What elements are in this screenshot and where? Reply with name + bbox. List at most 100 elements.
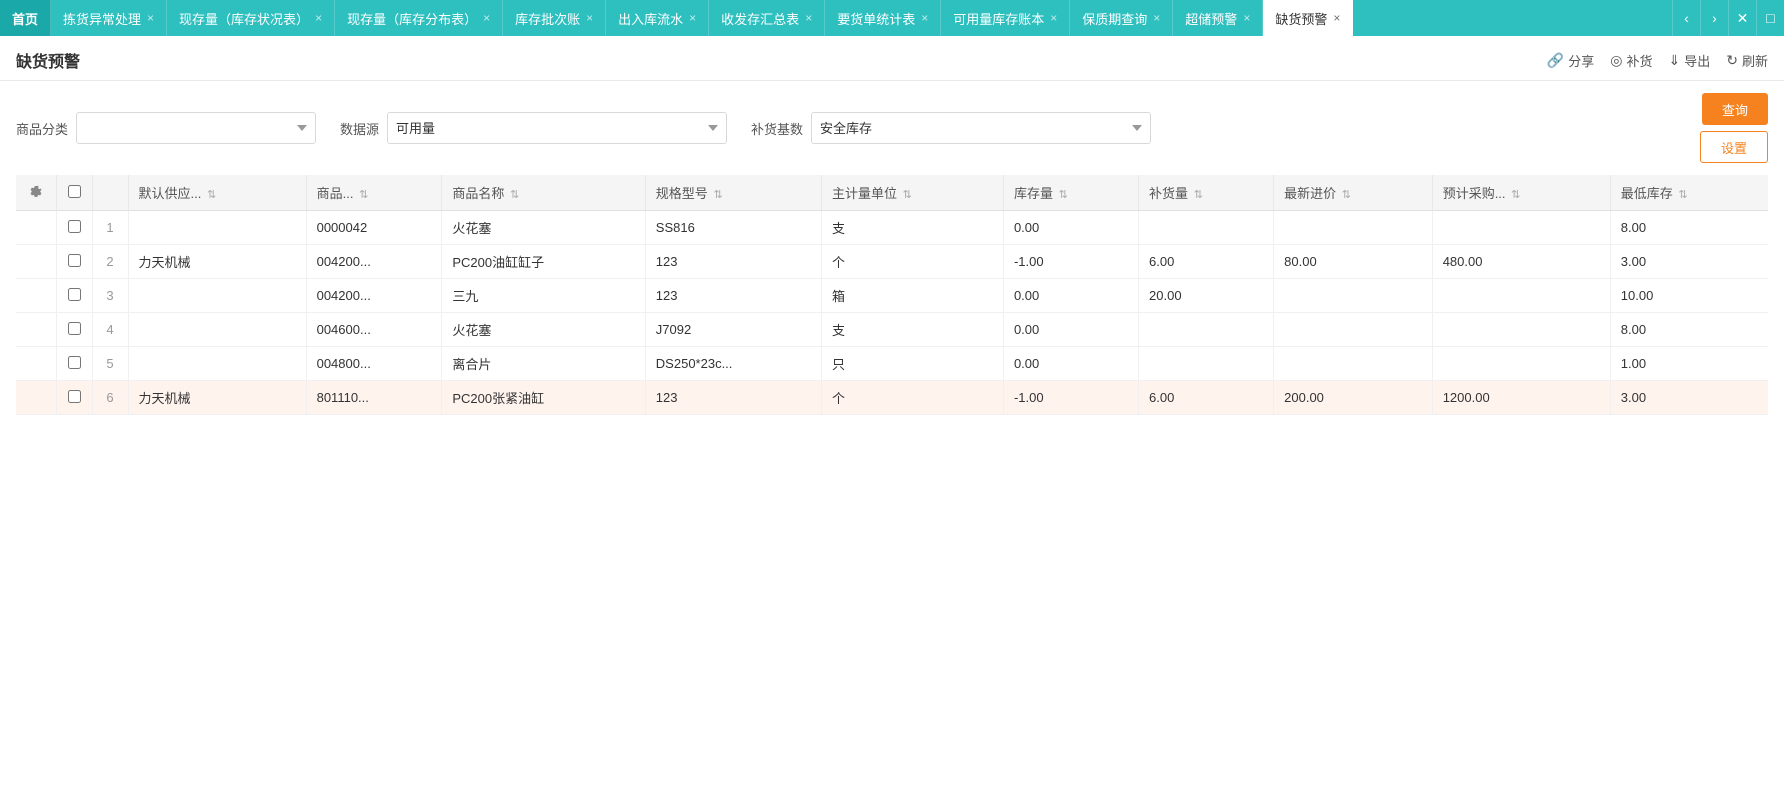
select-all-checkbox[interactable] [68,185,81,198]
row-checkbox-5[interactable] [68,390,81,403]
refresh-button[interactable]: ↻ 刷新 [1726,51,1768,70]
table-row: 4004600...火花塞J7092支0.008.00 [16,313,1768,347]
table-container: 默认供应... ⇅ 商品... ⇅ 商品名称 ⇅ 规格型号 ⇅ [0,175,1784,415]
category-filter-group: 商品分类 [16,112,316,144]
datasource-select[interactable]: 可用量 库存量 [387,112,727,144]
row-min-stock: 3.00 [1610,381,1768,415]
query-button[interactable]: 查询 [1702,93,1768,125]
row-stock-qty: -1.00 [1003,381,1138,415]
row-checkbox-cell[interactable] [56,313,92,347]
tab-close-expiry[interactable]: × [1153,11,1160,25]
tab-close-inv-status[interactable]: × [315,11,322,25]
col-gear-header[interactable] [16,175,56,211]
row-stock-qty: 0.00 [1003,347,1138,381]
row-product-code: 004200... [306,279,442,313]
row-default-supplier: 力天机械 [128,381,306,415]
col-product-code-header[interactable]: 商品... ⇅ [306,175,442,211]
row-checkbox-cell[interactable] [56,245,92,279]
tab-overstock-warning[interactable]: 超储预警 × [1173,0,1263,36]
row-unit: 只 [821,347,1003,381]
replenish-base-filter-group: 补货基数 安全库存 最低库存 [751,112,1151,144]
col-product-name-header[interactable]: 商品名称 ⇅ [442,175,645,211]
col-latest-price-header[interactable]: 最新进价 ⇅ [1274,175,1433,211]
datasource-label: 数据源 [340,119,379,138]
page-header: 缺货预警 🔗 分享 ◎ 补货 ⇓ 导出 ↻ 刷新 [0,36,1784,81]
col-unit-header[interactable]: 主计量单位 ⇅ [821,175,1003,211]
setting-button[interactable]: 设置 [1700,131,1768,163]
tab-close-order[interactable]: × [921,11,928,25]
tab-scroll-left[interactable]: ‹ [1672,0,1700,36]
row-gear-cell [16,381,56,415]
row-replenish-qty [1139,211,1274,245]
row-checkbox-cell[interactable] [56,279,92,313]
tab-defect-processing[interactable]: 拣货异常处理 × [51,0,167,36]
row-latest-price [1274,279,1433,313]
tab-nav-buttons: ‹ › ✕ □ [1672,0,1784,36]
row-unit: 个 [821,245,1003,279]
row-latest-price: 80.00 [1274,245,1433,279]
row-latest-price [1274,313,1433,347]
row-product-code: 004800... [306,347,442,381]
col-replenish-header[interactable]: 补货量 ⇅ [1139,175,1274,211]
row-number: 5 [92,347,128,381]
refresh-icon: ↻ [1726,52,1738,69]
replenish-base-select[interactable]: 安全库存 最低库存 [811,112,1151,144]
data-table: 默认供应... ⇅ 商品... ⇅ 商品名称 ⇅ 规格型号 ⇅ [16,175,1768,415]
table-row: 5004800...离合片DS250*23c...只0.001.00 [16,347,1768,381]
tab-home[interactable]: 首页 [0,0,51,36]
tab-shortage-warning[interactable]: 缺货预警 × [1263,0,1353,36]
row-checkbox-cell[interactable] [56,381,92,415]
col-num-header [92,175,128,211]
tab-order-stats[interactable]: 要货单统计表 × [825,0,941,36]
tab-inventory-status[interactable]: 现存量（库存状况表） × [167,0,335,36]
tab-close-avail[interactable]: × [1050,11,1057,25]
tab-expiry-query[interactable]: 保质期查询 × [1070,0,1173,36]
tab-close-inout[interactable]: × [689,11,696,25]
row-estimated-purchase: 1200.00 [1432,381,1610,415]
row-checkbox-4[interactable] [68,356,81,369]
tab-scroll-right[interactable]: › [1700,0,1728,36]
row-checkbox-cell[interactable] [56,347,92,381]
row-gear-cell [16,245,56,279]
datasource-filter-group: 数据源 可用量 库存量 [340,112,727,144]
table-body: 10000042火花塞SS816支0.008.002力天机械004200...P… [16,211,1768,415]
tab-batch-account[interactable]: 库存批次账 × [503,0,606,36]
row-checkbox-2[interactable] [68,288,81,301]
row-checkbox-cell[interactable] [56,211,92,245]
row-estimated-purchase [1432,347,1610,381]
tab-close-inv-dist[interactable]: × [483,11,490,25]
tab-maximize[interactable]: □ [1756,0,1784,36]
tab-close-receive[interactable]: × [805,11,812,25]
tab-close-batch[interactable]: × [586,11,593,25]
row-gear-cell [16,211,56,245]
tab-close-all[interactable]: ✕ [1728,0,1756,36]
col-check-header[interactable] [56,175,92,211]
tab-bar: 首页 拣货异常处理 × 现存量（库存状况表） × 现存量（库存分布表） × 库存… [0,0,1784,36]
row-checkbox-3[interactable] [68,322,81,335]
min-stock-sort-icon: ⇅ [1678,189,1687,201]
row-checkbox-1[interactable] [68,254,81,267]
row-number: 1 [92,211,128,245]
tab-close-overstock[interactable]: × [1243,11,1250,25]
tab-available-ledger[interactable]: 可用量库存账本 × [941,0,1070,36]
col-spec-header[interactable]: 规格型号 ⇅ [645,175,821,211]
tab-inout-flow[interactable]: 出入库流水 × [606,0,709,36]
tab-close-defect[interactable]: × [147,11,154,25]
replenish-button[interactable]: ◎ 补货 [1610,51,1652,70]
category-select[interactable] [76,112,316,144]
col-stock-header[interactable]: 库存量 ⇅ [1003,175,1138,211]
export-button[interactable]: ⇓ 导出 [1669,51,1711,70]
tab-inventory-dist[interactable]: 现存量（库存分布表） × [335,0,503,36]
col-est-purchase-header[interactable]: 预计采购... ⇅ [1432,175,1610,211]
row-checkbox-0[interactable] [68,220,81,233]
row-spec-model: 123 [645,279,821,313]
row-latest-price [1274,347,1433,381]
share-button[interactable]: 🔗 分享 [1547,51,1594,70]
tab-receive-summary[interactable]: 收发存汇总表 × [709,0,825,36]
tab-close-shortage[interactable]: × [1333,11,1340,25]
row-product-name: 火花塞 [442,313,645,347]
row-spec-model: DS250*23c... [645,347,821,381]
replenish-base-label: 补货基数 [751,119,803,138]
col-supplier-header[interactable]: 默认供应... ⇅ [128,175,306,211]
col-min-stock-header[interactable]: 最低库存 ⇅ [1610,175,1768,211]
